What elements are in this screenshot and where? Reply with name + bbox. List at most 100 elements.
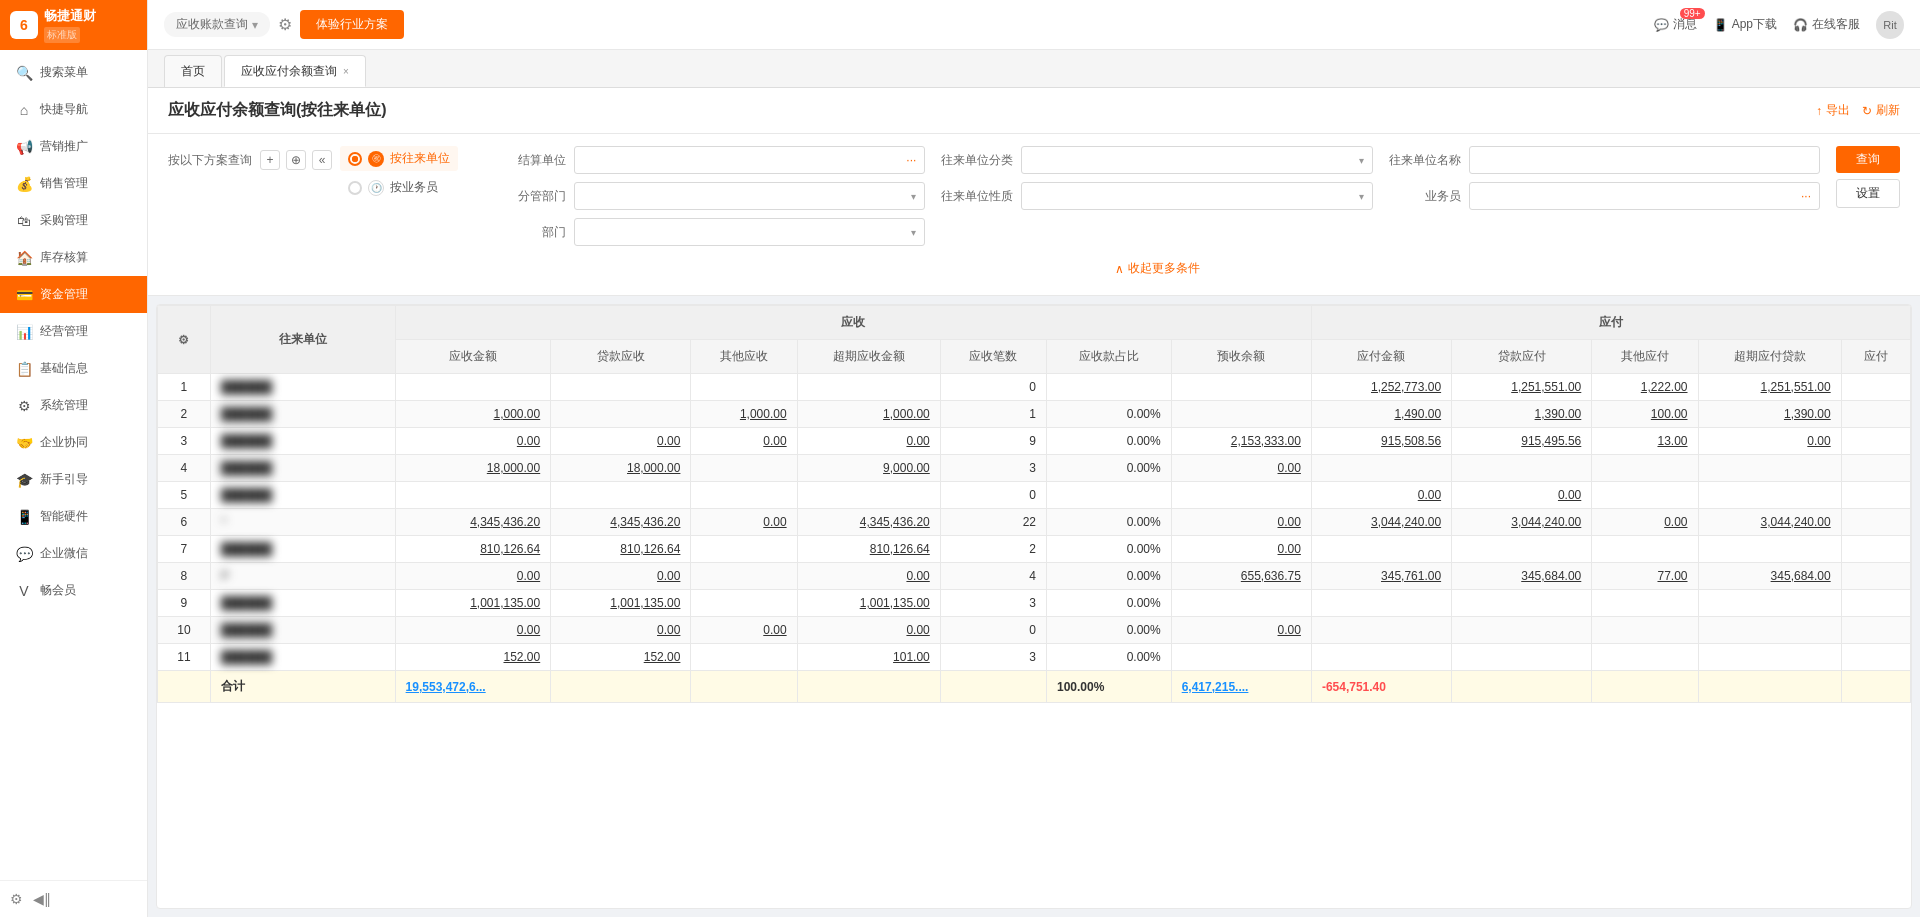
cell-prepay-balance[interactable]: 655,636.75 xyxy=(1171,563,1311,590)
breadcrumb[interactable]: 应收账款查询 ▾ xyxy=(164,12,270,37)
sidebar-item-sales[interactable]: 💰 销售管理 xyxy=(0,165,147,202)
cell-ap-amount[interactable]: 3,044,240.00 xyxy=(1311,509,1451,536)
tab-close-icon[interactable]: × xyxy=(343,66,349,77)
tab-query[interactable]: 应收应付余额查询 × xyxy=(224,55,366,87)
sidebar-item-wechat[interactable]: 💬 企业微信 xyxy=(0,535,147,572)
solution-button[interactable]: 体验行业方案 xyxy=(300,10,404,39)
cell-ap-amount[interactable]: 1,252,773.00 xyxy=(1311,374,1451,401)
sidebar-item-fund[interactable]: 💳 资金管理 xyxy=(0,276,147,313)
sidebar-item-hardware[interactable]: 📱 智能硬件 xyxy=(0,498,147,535)
cell-other-ar[interactable]: 1,000.00 xyxy=(691,401,797,428)
cell-ar-amount[interactable]: 0.00 xyxy=(395,428,551,455)
cell-ar-amount[interactable]: 1,001,135.00 xyxy=(395,590,551,617)
input-partner-category[interactable]: ▾ xyxy=(1021,146,1372,174)
sidebar-item-member[interactable]: V 畅会员 xyxy=(0,572,147,609)
cell-other-ap[interactable]: 1,222.00 xyxy=(1592,374,1698,401)
cell-loan-ar[interactable]: 4,345,436.20 xyxy=(551,509,691,536)
cell-prepay-balance[interactable]: 0.00 xyxy=(1171,536,1311,563)
back-method-button[interactable]: « xyxy=(312,150,332,170)
online-service-button[interactable]: 🎧 在线客服 xyxy=(1793,16,1860,33)
cell-overdue-ar[interactable]: 4,345,436.20 xyxy=(797,509,940,536)
cell-other-ar[interactable]: 0.00 xyxy=(691,509,797,536)
cell-loan-ap[interactable]: 345,684.00 xyxy=(1452,563,1592,590)
cell-loan-ar[interactable]: 18,000.00 xyxy=(551,455,691,482)
sidebar-item-system[interactable]: ⚙ 系统管理 xyxy=(0,387,147,424)
cell-loan-ap[interactable]: 0.00 xyxy=(1452,482,1592,509)
input-partner-nature[interactable]: ▾ xyxy=(1021,182,1372,210)
cell-ap-amount[interactable]: 915,508.56 xyxy=(1311,428,1451,455)
cell-other-ap[interactable]: 0.00 xyxy=(1592,509,1698,536)
footer-prepay-balance[interactable]: 6,417,215.... xyxy=(1171,671,1311,703)
cell-overdue-ar[interactable]: 0.00 xyxy=(797,563,940,590)
cell-prepay-balance[interactable]: 0.00 xyxy=(1171,617,1311,644)
cell-overdue-ar[interactable]: 9,000.00 xyxy=(797,455,940,482)
cell-overdue-ar[interactable]: 1,000.00 xyxy=(797,401,940,428)
cell-ap-amount[interactable]: 0.00 xyxy=(1311,482,1451,509)
cell-loan-ap[interactable]: 915,495.56 xyxy=(1452,428,1592,455)
cell-other-ap[interactable]: 77.00 xyxy=(1592,563,1698,590)
target-method-button[interactable]: ⊕ xyxy=(286,150,306,170)
cell-prepay-balance[interactable]: 0.00 xyxy=(1171,455,1311,482)
cell-ar-amount[interactable]: 4,345,436.20 xyxy=(395,509,551,536)
cell-ar-amount[interactable]: 152.00 xyxy=(395,644,551,671)
user-avatar[interactable]: Rit xyxy=(1876,11,1904,39)
cell-prepay-balance[interactable]: 0.00 xyxy=(1171,509,1311,536)
cell-other-ap[interactable]: 100.00 xyxy=(1592,401,1698,428)
query-button[interactable]: 查询 xyxy=(1836,146,1900,173)
message-button[interactable]: 💬 消息 99+ xyxy=(1654,16,1697,33)
cell-loan-ar[interactable]: 152.00 xyxy=(551,644,691,671)
input-dept-manager[interactable]: ▾ xyxy=(574,182,925,210)
input-salesman[interactable]: ··· xyxy=(1469,182,1820,210)
col-header-settings[interactable]: ⚙ xyxy=(158,306,211,374)
sidebar-item-corp[interactable]: 🤝 企业协同 xyxy=(0,424,147,461)
sidebar-collapse-button[interactable]: ◀‖ xyxy=(33,891,51,907)
input-partner-name[interactable] xyxy=(1469,146,1820,174)
cell-overdue-ap[interactable]: 345,684.00 xyxy=(1698,563,1841,590)
sidebar-item-purchase[interactable]: 🛍 采购管理 xyxy=(0,202,147,239)
cell-loan-ap[interactable]: 3,044,240.00 xyxy=(1452,509,1592,536)
cell-loan-ap[interactable]: 1,390.00 xyxy=(1452,401,1592,428)
cell-ap-amount[interactable]: 345,761.00 xyxy=(1311,563,1451,590)
add-method-button[interactable]: + xyxy=(260,150,280,170)
setting-button[interactable]: 设置 xyxy=(1836,179,1900,208)
cell-other-ap[interactable]: 13.00 xyxy=(1592,428,1698,455)
cell-overdue-ap[interactable]: 0.00 xyxy=(1698,428,1841,455)
sidebar-item-marketing[interactable]: 📢 营销推广 xyxy=(0,128,147,165)
sidebar-item-basic[interactable]: 📋 基础信息 xyxy=(0,350,147,387)
cell-ap-amount[interactable]: 1,490.00 xyxy=(1311,401,1451,428)
sidebar-item-search[interactable]: 🔍 搜索菜单 xyxy=(0,54,147,91)
cell-overdue-ar[interactable]: 0.00 xyxy=(797,617,940,644)
cell-overdue-ar[interactable]: 0.00 xyxy=(797,428,940,455)
cell-other-ar[interactable]: 0.00 xyxy=(691,428,797,455)
sidebar-item-guide[interactable]: 🎓 新手引导 xyxy=(0,461,147,498)
export-button[interactable]: ↑ 导出 xyxy=(1816,102,1850,119)
sidebar-item-operation[interactable]: 📊 经营管理 xyxy=(0,313,147,350)
cell-overdue-ar[interactable]: 1,001,135.00 xyxy=(797,590,940,617)
cell-overdue-ar[interactable]: 101.00 xyxy=(797,644,940,671)
cell-other-ar[interactable]: 0.00 xyxy=(691,617,797,644)
cell-overdue-ap[interactable]: 1,251,551.00 xyxy=(1698,374,1841,401)
cell-loan-ap[interactable]: 1,251,551.00 xyxy=(1452,374,1592,401)
table-settings-icon[interactable]: ⚙ xyxy=(178,333,189,347)
sidebar-settings-button[interactable]: ⚙ xyxy=(10,891,23,907)
tab-home[interactable]: 首页 xyxy=(164,55,222,87)
cell-loan-ar[interactable]: 0.00 xyxy=(551,617,691,644)
footer-ar-amount[interactable]: 19,553,472,6... xyxy=(395,671,551,703)
cell-loan-ar[interactable]: 0.00 xyxy=(551,563,691,590)
query-method-salesman[interactable]: 🕐 按业务员 xyxy=(340,175,458,200)
topbar-gear-icon[interactable]: ⚙ xyxy=(278,15,292,34)
cell-loan-ar[interactable]: 0.00 xyxy=(551,428,691,455)
cell-overdue-ar[interactable]: 810,126.64 xyxy=(797,536,940,563)
cell-prepay-balance[interactable]: 2,153,333.00 xyxy=(1171,428,1311,455)
cell-ar-amount[interactable]: 0.00 xyxy=(395,563,551,590)
cell-loan-ar[interactable]: 810,126.64 xyxy=(551,536,691,563)
cell-ar-amount[interactable]: 1,000.00 xyxy=(395,401,551,428)
cell-ar-amount[interactable]: 810,126.64 xyxy=(395,536,551,563)
query-method-partner[interactable]: ㊗ 按往来单位 xyxy=(340,146,458,171)
sidebar-item-warehouse[interactable]: 🏠 库存核算 xyxy=(0,239,147,276)
input-settlement-unit[interactable]: ··· xyxy=(574,146,925,174)
cell-loan-ar[interactable]: 1,001,135.00 xyxy=(551,590,691,617)
collapse-more-button[interactable]: ∧ 收起更多条件 xyxy=(494,254,1820,283)
refresh-button[interactable]: ↻ 刷新 xyxy=(1862,102,1900,119)
cell-overdue-ap[interactable]: 1,390.00 xyxy=(1698,401,1841,428)
